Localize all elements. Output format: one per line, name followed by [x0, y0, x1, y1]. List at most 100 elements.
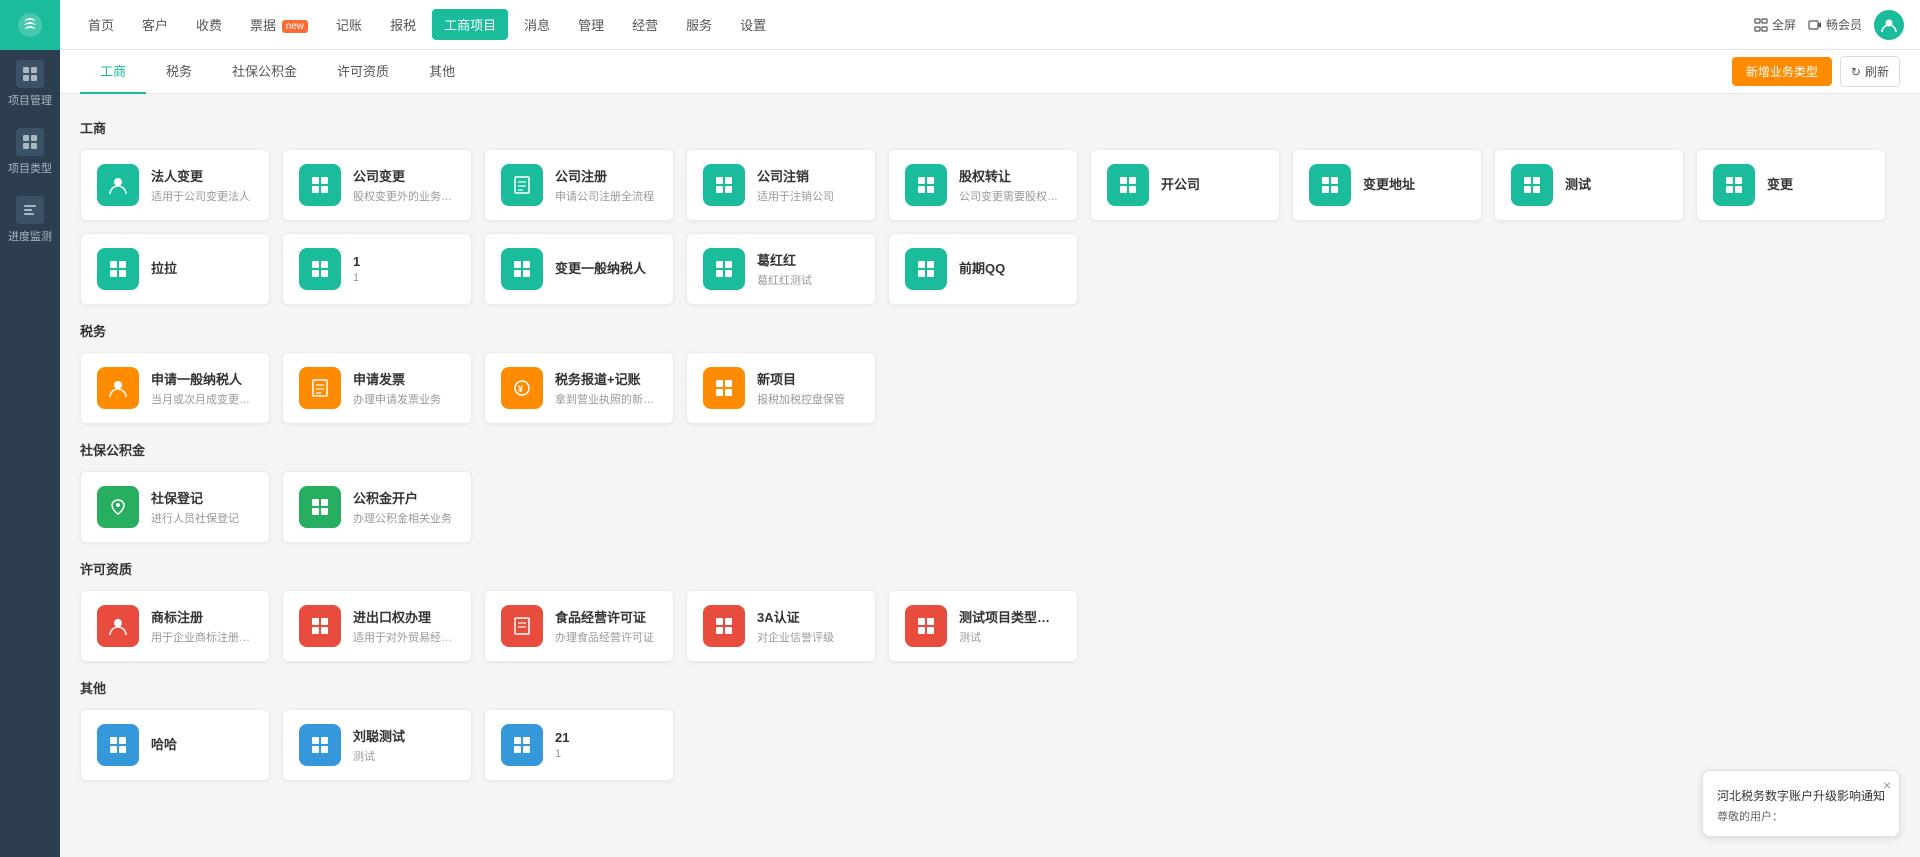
project-mgmt-icon: [16, 60, 44, 88]
liucong-test-title: 刘聪测试: [353, 726, 455, 745]
card-change-addr[interactable]: 变更地址: [1292, 149, 1482, 221]
food-license-icon: [501, 605, 543, 647]
avatar[interactable]: [1874, 10, 1904, 40]
tab-gongshang[interactable]: 工商: [80, 50, 146, 94]
section-title-xuke: 许可资质: [80, 559, 1900, 578]
test1-title: 测试: [1565, 174, 1667, 193]
card-change[interactable]: 变更: [1696, 149, 1886, 221]
sidebar-item-label: 项目管理: [8, 92, 52, 108]
card21-info: 21 1: [555, 730, 657, 760]
card1-desc: 1: [353, 272, 455, 284]
company-change-icon: [299, 164, 341, 206]
apply-taxpayer-title: 申请一般纳税人: [151, 369, 253, 388]
card-trademark[interactable]: 商标注册 用于企业商标注册服务: [80, 590, 270, 662]
new-type-button[interactable]: 新增业务类型: [1732, 57, 1832, 86]
card-tax-bookkeeping[interactable]: ¥ 税务报道+记账 拿到营业执照的新公司: [484, 352, 674, 424]
nav-settings[interactable]: 设置: [728, 9, 778, 40]
nav-messages[interactable]: 消息: [512, 9, 562, 40]
card-early-qq[interactable]: 前期QQ: [888, 233, 1078, 305]
card-fund[interactable]: 公积金开户 办理公积金相关业务: [282, 471, 472, 543]
notification-title: 河北税务数字账户升级影响通知: [1717, 787, 1885, 804]
sidebar-item-project-mgmt[interactable]: 项目管理: [0, 50, 60, 118]
change-title: 变更: [1767, 174, 1869, 193]
company-change-title: 公司变更: [353, 166, 455, 185]
tab-shuiwu[interactable]: 税务: [146, 50, 212, 94]
nav-customers[interactable]: 客户: [130, 9, 180, 40]
tab-xuke[interactable]: 许可资质: [317, 50, 409, 94]
3a-icon: [703, 605, 745, 647]
gehonghong-icon: [703, 248, 745, 290]
test-type-info: 测试项目类型目定义 测试: [959, 607, 1061, 645]
new-project-icon: [703, 367, 745, 409]
svg-text:¥: ¥: [518, 384, 523, 394]
card-change-taxpayer[interactable]: 变更一般纳税人: [484, 233, 674, 305]
apply-invoice-info: 申请发票 办理申请发票业务: [353, 369, 455, 407]
food-license-desc: 办理食品经营许可证: [555, 629, 657, 645]
change-taxpayer-icon: [501, 248, 543, 290]
card-food-license[interactable]: 食品经营许可证 办理食品经营许可证: [484, 590, 674, 662]
social-insurance-icon: [97, 486, 139, 528]
nav-fees[interactable]: 收费: [184, 9, 234, 40]
nav-tax[interactable]: 报税: [378, 9, 428, 40]
import-export-desc: 适用于对外贸易经营者: [353, 629, 455, 645]
trademark-desc: 用于企业商标注册服务: [151, 629, 253, 645]
topnav: 首页 客户 收费 票据 new 记账 报税 工商项目 消息 管理 经营 服务 设…: [60, 0, 1920, 50]
member-btn[interactable]: 畅会员: [1808, 16, 1862, 33]
refresh-button[interactable]: ↻ 刷新: [1840, 56, 1900, 87]
test-type-desc: 测试: [959, 629, 1061, 645]
open-company-info: 开公司: [1161, 174, 1263, 196]
sidebar-item-label: 项目类型: [8, 160, 52, 176]
card-company-reg[interactable]: 公司注册 申请公司注册全流程: [484, 149, 674, 221]
card-open-company[interactable]: 开公司: [1090, 149, 1280, 221]
open-company-icon: [1107, 164, 1149, 206]
nav-management[interactable]: 管理: [566, 9, 616, 40]
card-faziren[interactable]: 法人变更 适用于公司变更法人: [80, 149, 270, 221]
card1-title: 1: [353, 254, 455, 269]
sidebar-item-progress[interactable]: 进度监测: [0, 186, 60, 254]
card-import-export[interactable]: 进出口权办理 适用于对外贸易经营者: [282, 590, 472, 662]
company-reg-icon: [501, 164, 543, 206]
card-gehonghong[interactable]: 葛红红 葛红红测试: [686, 233, 876, 305]
card-1[interactable]: 1 1: [282, 233, 472, 305]
card-new-project[interactable]: 新项目 报税加税控盘保管: [686, 352, 876, 424]
page-content: 工商 法人变更 适用于公司变更法人: [60, 94, 1920, 857]
tab-shebao[interactable]: 社保公积金: [212, 50, 317, 94]
card-company-change[interactable]: 公司变更 股权变更外的业务变更: [282, 149, 472, 221]
card-21[interactable]: 21 1: [484, 709, 674, 781]
faziren-title: 法人变更: [151, 166, 253, 185]
nav-bookkeeping[interactable]: 记账: [324, 9, 374, 40]
trademark-info: 商标注册 用于企业商标注册服务: [151, 607, 253, 645]
cards-grid-qita: 哈哈 刘聪测试 测试: [80, 709, 1900, 781]
card-company-cancel[interactable]: 公司注销 适用于注销公司: [686, 149, 876, 221]
new-project-title: 新项目: [757, 369, 859, 388]
gehonghong-title: 葛红红: [757, 250, 859, 269]
nav-bills[interactable]: 票据 new: [238, 9, 320, 40]
early-qq-icon: [905, 248, 947, 290]
card-social-insurance[interactable]: 社保登记 进行人员社保登记: [80, 471, 270, 543]
nav-home[interactable]: 首页: [76, 9, 126, 40]
card-test1[interactable]: 测试: [1494, 149, 1684, 221]
card-lala[interactable]: 拉拉: [80, 233, 270, 305]
nav-service[interactable]: 服务: [674, 9, 724, 40]
nav-operations[interactable]: 经营: [620, 9, 670, 40]
card-haha[interactable]: 哈哈: [80, 709, 270, 781]
card-3a[interactable]: 3A认证 对企业信誉评级: [686, 590, 876, 662]
change-taxpayer-title: 变更一般纳税人: [555, 258, 657, 277]
notification-bubble: × 河北税务数字账户升级影响通知 尊敬的用户：: [1702, 770, 1900, 837]
sidebar-item-project-type[interactable]: 项目类型: [0, 118, 60, 186]
tab-qita[interactable]: 其他: [409, 50, 475, 94]
card-apply-taxpayer[interactable]: 申请一般纳税人 当月或次月成变更完成: [80, 352, 270, 424]
card-apply-invoice[interactable]: 申请发票 办理申请发票业务: [282, 352, 472, 424]
trademark-icon: [97, 605, 139, 647]
nav-industry[interactable]: 工商项目: [432, 9, 508, 40]
fullscreen-btn[interactable]: 全屏: [1754, 16, 1796, 33]
card-test-type[interactable]: 测试项目类型目定义 测试: [888, 590, 1078, 662]
faziren-desc: 适用于公司变更法人: [151, 188, 253, 204]
card-liucong-test[interactable]: 刘聪测试 测试: [282, 709, 472, 781]
company-change-info: 公司变更 股权变更外的业务变更: [353, 166, 455, 204]
change-icon: [1713, 164, 1755, 206]
lala-icon: [97, 248, 139, 290]
new-project-desc: 报税加税控盘保管: [757, 391, 859, 407]
notification-close[interactable]: ×: [1883, 777, 1891, 793]
card-equity[interactable]: 股权转让 公司变更需要股权转让: [888, 149, 1078, 221]
